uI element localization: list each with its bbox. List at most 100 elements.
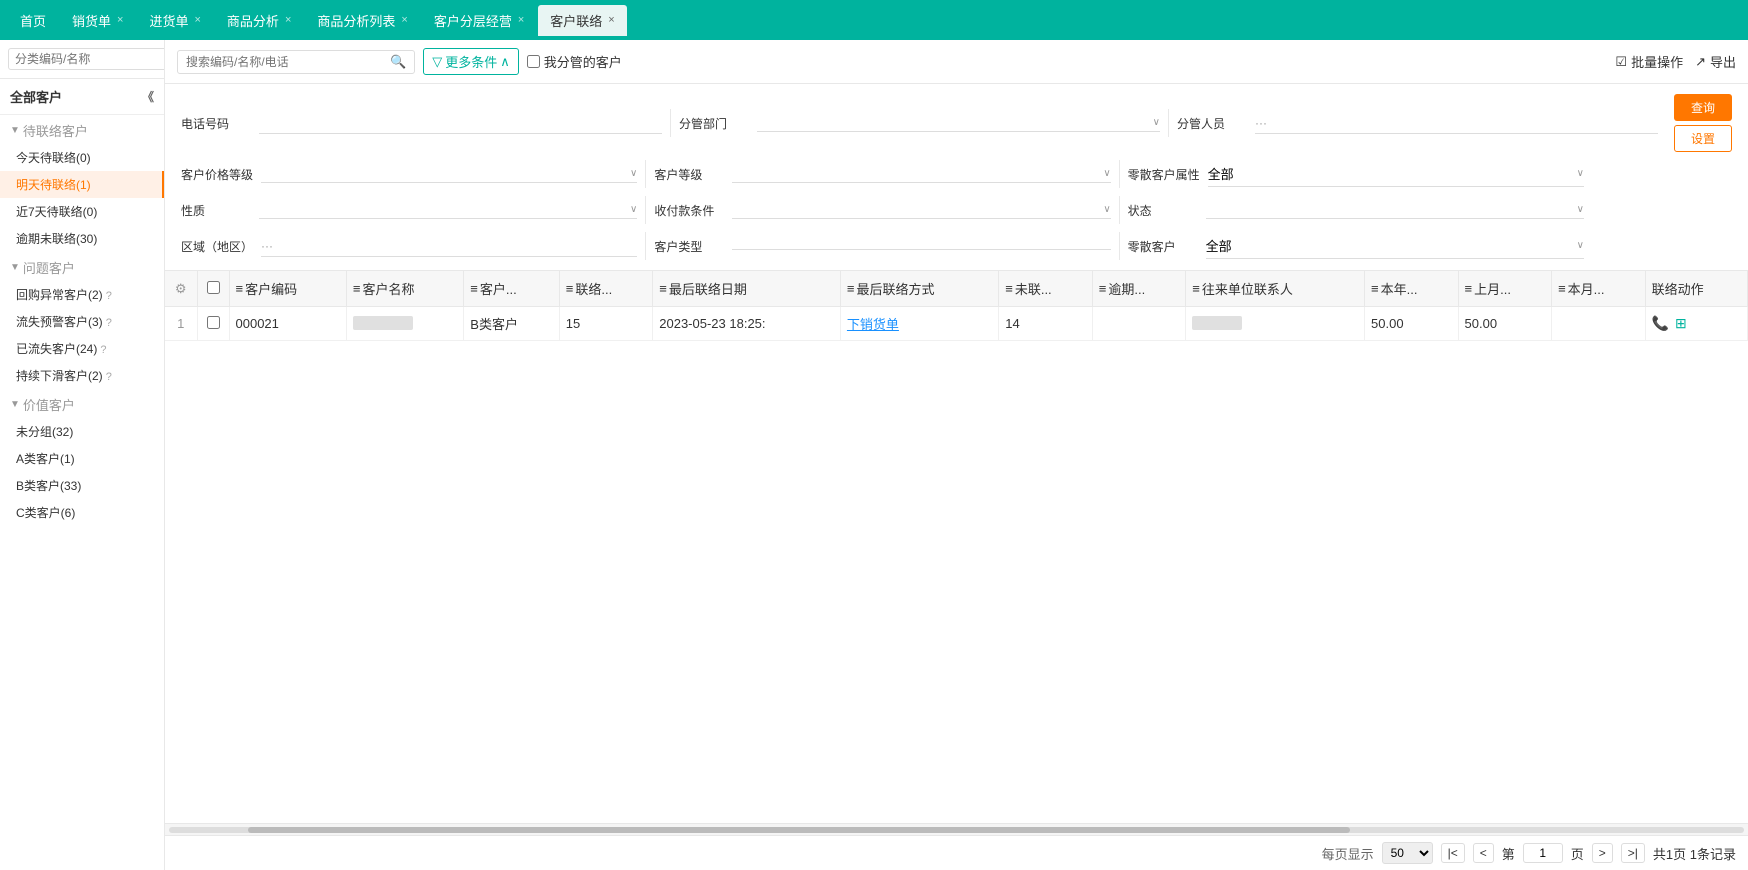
dept-field: 分管部门 ∨	[679, 114, 1160, 132]
row-type-0: B类客户	[464, 307, 559, 341]
col-last-date-label: 最后联络日期	[669, 279, 747, 298]
nav-item-商品分析[interactable]: 商品分析×	[215, 5, 303, 36]
qr-icon[interactable]: ⊞	[1675, 315, 1687, 332]
help-icon: ?	[103, 290, 112, 302]
check-column[interactable]	[197, 271, 229, 307]
more-filter-button[interactable]: ▽ 更多条件 ∧	[423, 48, 519, 75]
query-button[interactable]: 查询	[1674, 94, 1732, 121]
sidebar-item-2-1[interactable]: A类客户(1)	[0, 445, 164, 472]
nav-item-close-icon[interactable]: ×	[608, 14, 614, 26]
row-checkbox[interactable]	[207, 316, 220, 329]
nav-item-close-icon[interactable]: ×	[401, 14, 407, 26]
col-code-label: 客户编码	[245, 279, 297, 298]
sidebar-group-1: ▼ 问题客户	[0, 252, 164, 281]
nav-item-商品分析列表[interactable]: 商品分析列表×	[305, 5, 419, 36]
first-page-button[interactable]: |<	[1441, 843, 1465, 863]
sidebar-item-0-0[interactable]: 今天待联络(0)	[0, 144, 164, 171]
my-customer-checkbox[interactable]	[527, 55, 540, 68]
sidebar-item-2-0[interactable]: 未分组(32)	[0, 418, 164, 445]
area-dots-icon: ···	[261, 239, 273, 253]
col-name: ≡客户名称	[346, 271, 463, 307]
table-header-row: ⚙ ≡客户编码 ≡客户名称 ≡客户... ≡联络... ≡最后联络日期 ≡最后联…	[165, 271, 1748, 307]
last-page-button[interactable]: >|	[1621, 843, 1645, 863]
col-last-way-label: 最后联络方式	[857, 279, 935, 298]
area-select[interactable]: ···	[261, 236, 637, 257]
sidebar-item-0-2[interactable]: 近7天待联络(0)	[0, 198, 164, 225]
sidebar-item-1-1[interactable]: 流失预警客户(3) ?	[0, 308, 164, 335]
payment-select[interactable]: ∨	[732, 201, 1110, 219]
horizontal-scrollbar[interactable]	[165, 823, 1748, 835]
phone-input[interactable]	[259, 113, 662, 134]
filter-icon: ▽	[432, 54, 442, 70]
masked-contacts	[1192, 316, 1242, 330]
zero-retail-attr-label: 零散客户属性	[1128, 166, 1200, 183]
gear-column[interactable]: ⚙	[165, 271, 197, 307]
sidebar-item-1-3[interactable]: 持续下滑客户(2) ?	[0, 362, 164, 389]
masked-name	[353, 316, 413, 330]
nav-item-进货单[interactable]: 进货单×	[137, 5, 212, 36]
nav-item-客户分层经营[interactable]: 客户分层经营×	[422, 5, 536, 36]
nav-item-close-icon[interactable]: ×	[194, 14, 200, 26]
sidebar-item-2-3[interactable]: C类客户(6)	[0, 499, 164, 526]
col-uncontacted-label: 未联...	[1015, 279, 1052, 298]
top-nav: 首页销货单×进货单×商品分析×商品分析列表×客户分层经营×客户联络×	[0, 0, 1748, 40]
content-area: 🔍 ▽ 更多条件 ∧ 我分管的客户 ☑ 批量操作 ↗ 导出	[165, 40, 1748, 870]
page-input[interactable]	[1523, 843, 1563, 863]
row-action-0[interactable]: 📞 ⊞	[1645, 307, 1747, 341]
sidebar-search-input[interactable]	[8, 48, 165, 70]
row-last-way-0[interactable]: 下销货单	[840, 307, 998, 341]
price-level-arrow-icon: ∨	[630, 168, 637, 179]
zero-retail-select[interactable]: 全部 ∨	[1206, 233, 1584, 259]
zero-retail-label: 零散客户	[1128, 238, 1198, 255]
nav-item-close-icon[interactable]: ×	[117, 14, 123, 26]
col-name-sort-icon: ≡	[353, 281, 361, 296]
nav-item-客户联络[interactable]: 客户联络×	[538, 5, 626, 36]
all-customers-header[interactable]: 全部客户 《	[0, 79, 164, 115]
prev-page-button[interactable]: <	[1473, 843, 1494, 863]
sidebar-item-2-2[interactable]: B类客户(33)	[0, 472, 164, 499]
page-size-select[interactable]: 50 100 200	[1382, 842, 1433, 864]
nav-item-close-icon[interactable]: ×	[285, 14, 291, 26]
row-contacts-0	[1186, 307, 1365, 341]
help-icon: ?	[103, 371, 112, 383]
col-this-year-label: 本年...	[1381, 279, 1418, 298]
sidebar-item-0-3[interactable]: 逾期未联络(30)	[0, 225, 164, 252]
zero-retail-attr-select[interactable]: 全部 ∨	[1208, 161, 1584, 187]
manager-select[interactable]: ···	[1255, 113, 1658, 134]
next-page-button[interactable]: >	[1592, 843, 1613, 863]
footer: 每页显示 50 100 200 |< < 第 页 > >| 共1页 1条记录	[165, 835, 1748, 870]
price-level-select[interactable]: ∨	[261, 165, 637, 183]
export-label: 导出	[1710, 52, 1736, 71]
sidebar-item-0-1[interactable]: 明天待联络(1)	[0, 171, 164, 198]
nav-item-销货单[interactable]: 销货单×	[60, 5, 135, 36]
customer-type-select[interactable]	[732, 243, 1110, 250]
export-button[interactable]: ↗ 导出	[1695, 52, 1736, 71]
row-check-0[interactable]	[197, 307, 229, 341]
sidebar-item-1-2[interactable]: 已流失客户(24) ?	[0, 335, 164, 362]
batch-operate-button[interactable]: ☑ 批量操作	[1615, 52, 1683, 71]
status-field: 状态 ∨	[1128, 201, 1584, 219]
table-row: 1000021 B类客户152023-05-23 18:25:下销货单14 50…	[165, 307, 1748, 341]
call-icon[interactable]: 📞	[1652, 315, 1669, 332]
status-select[interactable]: ∨	[1206, 201, 1584, 219]
scrollbar-thumb[interactable]	[248, 827, 1351, 833]
dept-select[interactable]: ∨	[757, 114, 1160, 132]
search-icon[interactable]: 🔍	[390, 54, 406, 70]
payment-label: 收付款条件	[654, 202, 724, 219]
nature-select[interactable]: ∨	[259, 201, 637, 219]
nav-item-close-icon[interactable]: ×	[518, 14, 524, 26]
collapse-icon[interactable]: 《	[142, 88, 154, 105]
select-all-checkbox[interactable]	[207, 281, 220, 294]
col-overdue-sort-icon: ≡	[1099, 281, 1107, 296]
col-this-year: ≡本年...	[1365, 271, 1459, 307]
setting-button[interactable]: 设置	[1674, 125, 1732, 152]
phone-label: 电话号码	[181, 115, 251, 132]
col-overdue-label: 逾期...	[1108, 279, 1145, 298]
nav-item-首页[interactable]: 首页	[8, 5, 58, 36]
export-icon: ↗	[1695, 54, 1706, 70]
sidebar-item-1-0[interactable]: 回购异常客户(2) ?	[0, 281, 164, 308]
filter-panel: 电话号码 分管部门 ∨ 分管人员 ···	[165, 84, 1748, 271]
customer-level-select[interactable]: ∨	[732, 165, 1110, 183]
search-input[interactable]	[186, 55, 386, 69]
last-way-link[interactable]: 下销货单	[847, 317, 899, 332]
